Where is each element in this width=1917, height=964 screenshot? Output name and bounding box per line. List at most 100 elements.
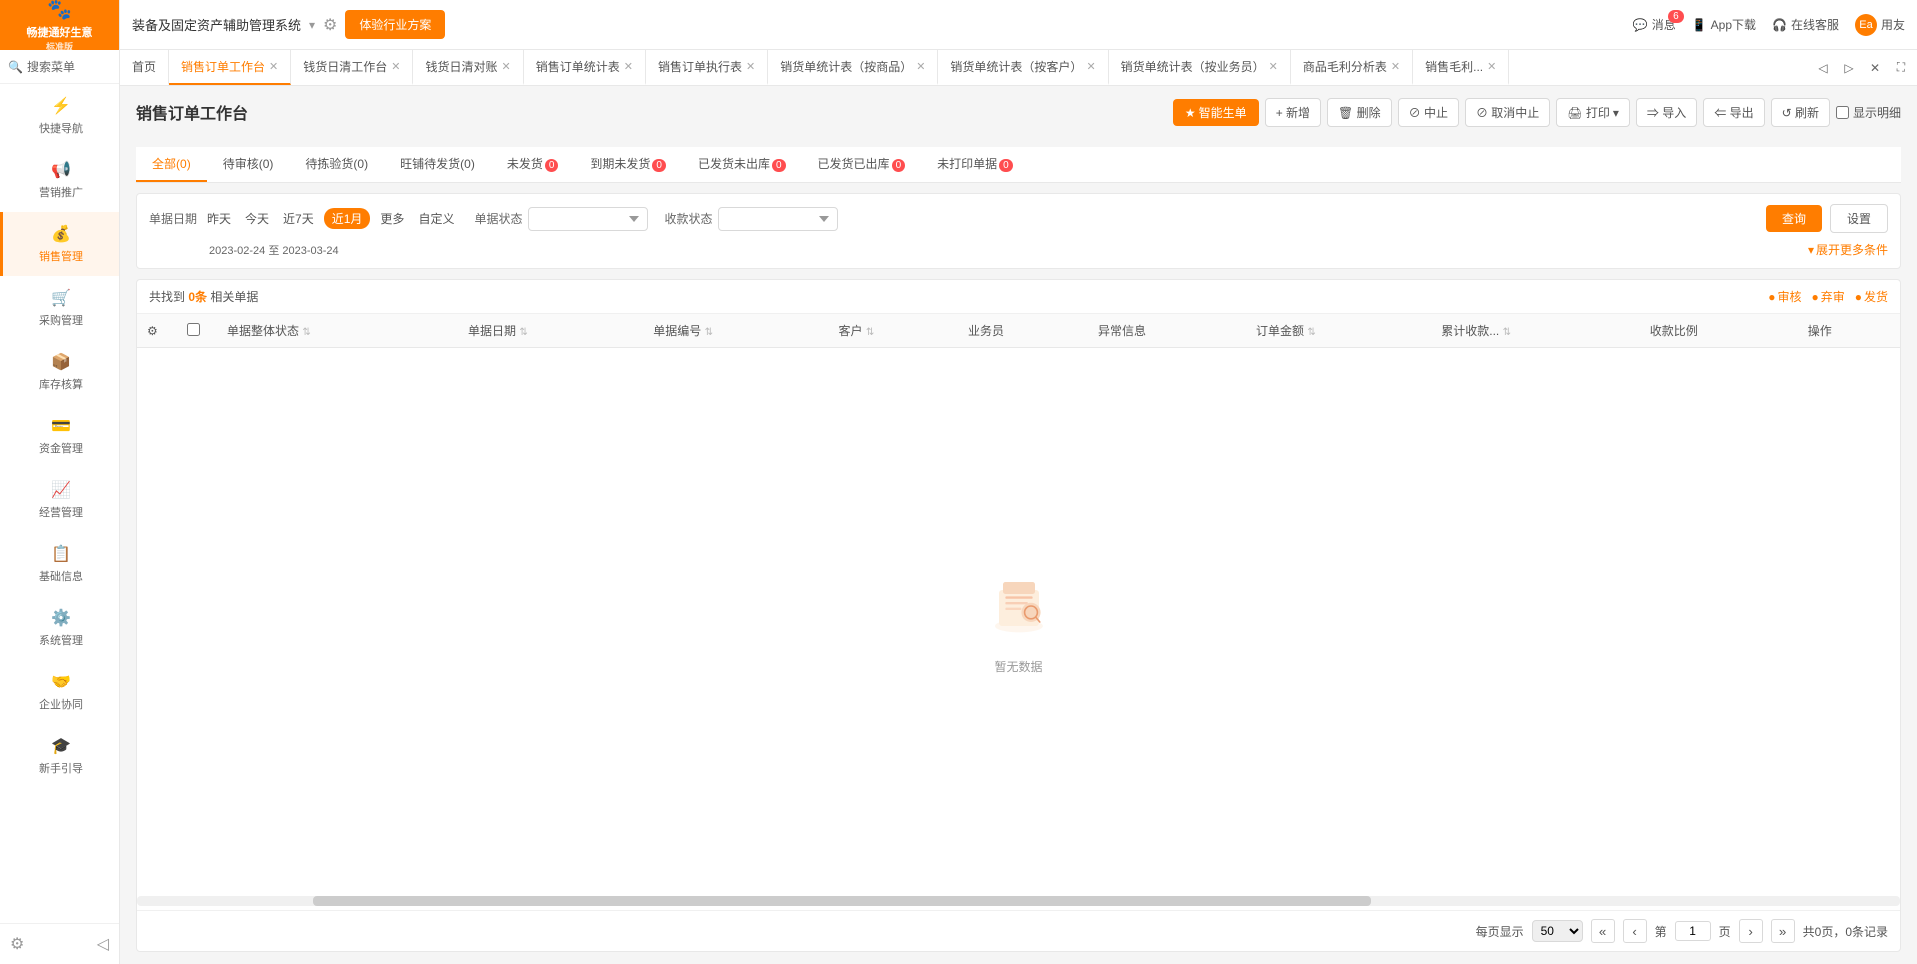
sub-tab-all[interactable]: 全部(0)	[136, 147, 207, 182]
sidebar-item-system[interactable]: ⚙️ 系统管理	[0, 596, 119, 660]
message-item[interactable]: 💬 消息 6	[1633, 16, 1676, 33]
cancel-stop-button[interactable]: ⊘ 取消中止	[1465, 98, 1550, 127]
sub-tab-wangpu[interactable]: 旺铺待发货(0)	[384, 147, 491, 182]
set-button[interactable]: 设置	[1830, 204, 1888, 233]
sidebar-item-inventory[interactable]: 📦 库存核算	[0, 340, 119, 404]
tab-reconcile[interactable]: 钱货日清对账 ✕	[413, 50, 523, 85]
sub-tab-unprinted[interactable]: 未打印单据0	[921, 147, 1029, 182]
first-page-button[interactable]: «	[1591, 919, 1615, 943]
tab-sales-exec-close[interactable]: ✕	[746, 60, 755, 73]
tab-goods-stat-close[interactable]: ✕	[916, 60, 925, 73]
sidebar-item-quick-nav[interactable]: ⚡ 快捷导航	[0, 84, 119, 148]
sub-tab-pending-pick[interactable]: 待拣验货(0)	[289, 147, 384, 182]
sort-received-icon[interactable]: ⇅	[1503, 327, 1511, 338]
tab-profit-analysis-close[interactable]: ✕	[1391, 60, 1400, 73]
date-opt-yesterday[interactable]: 昨天	[203, 208, 235, 229]
horizontal-scrollbar[interactable]	[137, 896, 1900, 906]
tab-sales-stat-close[interactable]: ✕	[624, 60, 633, 73]
logo-title: 畅捷通好生意	[27, 24, 93, 40]
last-page-button[interactable]: »	[1771, 919, 1795, 943]
settings-icon[interactable]: ⚙	[10, 934, 24, 954]
refresh-button[interactable]: ↺ 刷新	[1771, 98, 1830, 127]
tab-salesperson-stat-close[interactable]: ✕	[1269, 60, 1278, 73]
system-dropdown-icon[interactable]: ▾	[309, 18, 315, 32]
sidebar-item-guide[interactable]: 🎓 新手引导	[0, 724, 119, 788]
export-button[interactable]: ⇐ 导出	[1703, 98, 1764, 127]
payment-select[interactable]	[718, 207, 838, 231]
tab-home[interactable]: 首页	[120, 50, 169, 85]
tab-sales-workbench-close[interactable]: ✕	[269, 60, 278, 73]
sidebar-item-sales[interactable]: 💰 销售管理	[0, 212, 119, 276]
sort-status-icon[interactable]: ⇅	[302, 327, 310, 338]
select-all-checkbox[interactable]	[187, 323, 200, 336]
sort-customer-icon[interactable]: ⇅	[866, 327, 874, 338]
batch-ship-button[interactable]: ● 发货	[1855, 288, 1888, 305]
collapse-icon[interactable]: ◁	[97, 934, 109, 954]
user-item[interactable]: Ea 用友	[1855, 14, 1905, 36]
import-button[interactable]: ⇒ 导入	[1636, 98, 1697, 127]
sub-tab-overdue[interactable]: 到期未发货0	[574, 147, 682, 182]
tab-customer-stat[interactable]: 销货单统计表（按客户） ✕	[938, 50, 1108, 85]
prev-page-button[interactable]: ‹	[1623, 919, 1647, 943]
tab-sales-workbench[interactable]: 销售订单工作台 ✕	[169, 50, 291, 85]
page-input[interactable]	[1675, 921, 1711, 941]
tab-maximize[interactable]: ⛶	[1889, 56, 1913, 80]
table-toolbar: 共找到 0条 相关单据 ● 审核 ● 弃审 ● 发货	[137, 280, 1900, 314]
batch-review-button[interactable]: ● 审核	[1768, 288, 1801, 305]
online-service-item[interactable]: 🎧 在线客服	[1772, 16, 1839, 33]
date-opt-custom[interactable]: 自定义	[414, 208, 458, 229]
sub-tab-shipped-out[interactable]: 已发货已出库0	[802, 147, 922, 182]
tab-salesperson-stat[interactable]: 销货单统计表（按业务员） ✕	[1109, 50, 1291, 85]
settings-gear-icon[interactable]: ⚙	[323, 15, 337, 35]
tab-sales-profit[interactable]: 销售毛利... ✕	[1413, 50, 1509, 85]
tab-profit-analysis[interactable]: 商品毛利分析表 ✕	[1291, 50, 1413, 85]
tab-sales-exec[interactable]: 销售订单执行表 ✕	[646, 50, 768, 85]
tab-daily-clear-label: 钱货日清工作台	[303, 58, 387, 75]
expand-conditions-button[interactable]: ▾ 展开更多条件	[1808, 241, 1888, 258]
next-page-button[interactable]: ›	[1739, 919, 1763, 943]
delete-button[interactable]: 🗑 删除	[1327, 98, 1392, 127]
col-settings[interactable]: ⚙	[137, 314, 177, 348]
tab-scroll-right[interactable]: ▷	[1837, 56, 1861, 80]
sidebar-item-operations[interactable]: 📈 经营管理	[0, 468, 119, 532]
tab-daily-clear-close[interactable]: ✕	[391, 60, 400, 73]
sub-tab-shipped-not-out[interactable]: 已发货未出库0	[682, 147, 802, 182]
sub-tab-unshipped[interactable]: 未发货0	[491, 147, 575, 182]
sidebar-item-purchase[interactable]: 🛒 采购管理	[0, 276, 119, 340]
page-size-select[interactable]: 50 20 100	[1532, 920, 1583, 942]
tab-reconcile-close[interactable]: ✕	[502, 60, 511, 73]
sub-tab-pending-review[interactable]: 待审核(0)	[207, 147, 290, 182]
solution-button[interactable]: 体验行业方案	[345, 10, 445, 39]
date-opt-7days[interactable]: 近7天	[279, 208, 318, 229]
tab-scroll-left[interactable]: ◁	[1811, 56, 1835, 80]
show-detail-checkbox[interactable]	[1836, 106, 1849, 119]
app-download-item[interactable]: 📱 App下载	[1692, 16, 1756, 33]
add-button[interactable]: + 新增	[1265, 98, 1321, 127]
sort-date-icon[interactable]: ⇅	[519, 327, 527, 338]
scrollbar-thumb[interactable]	[313, 896, 1371, 906]
date-opt-1month[interactable]: 近1月	[324, 208, 371, 229]
date-opt-more[interactable]: 更多	[376, 208, 408, 229]
tab-sales-stat[interactable]: 销售订单统计表 ✕	[524, 50, 646, 85]
sort-amount-icon[interactable]: ⇅	[1307, 327, 1315, 338]
status-select[interactable]	[528, 207, 648, 231]
tab-daily-clear[interactable]: 钱货日清工作台 ✕	[291, 50, 413, 85]
show-detail-label[interactable]: 显示明细	[1836, 104, 1901, 121]
tab-close-all[interactable]: ✕	[1863, 56, 1887, 80]
smart-generate-button[interactable]: ★ 智能生单	[1173, 99, 1259, 126]
sort-number-icon[interactable]: ⇅	[705, 327, 713, 338]
sidebar-item-finance[interactable]: 💳 资金管理	[0, 404, 119, 468]
tab-customer-stat-close[interactable]: ✕	[1086, 60, 1095, 73]
sidebar-item-cooperation[interactable]: 🤝 企业协同	[0, 660, 119, 724]
col-checkbox[interactable]	[177, 314, 217, 348]
stop-button[interactable]: ⊘ 中止	[1398, 98, 1459, 127]
tab-sales-profit-close[interactable]: ✕	[1487, 60, 1496, 73]
sidebar-item-marketing[interactable]: 📢 营销推广	[0, 148, 119, 212]
date-opt-today[interactable]: 今天	[241, 208, 273, 229]
query-button[interactable]: 查询	[1766, 205, 1822, 232]
batch-reject-button[interactable]: ● 弃审	[1811, 288, 1844, 305]
tab-goods-stat[interactable]: 销货单统计表（按商品） ✕	[768, 50, 938, 85]
print-button[interactable]: 🖨 打印 ▾	[1556, 98, 1630, 127]
sidebar-item-basic-info[interactable]: 📋 基础信息	[0, 532, 119, 596]
sidebar-search[interactable]: 🔍 搜索菜单	[0, 50, 119, 84]
